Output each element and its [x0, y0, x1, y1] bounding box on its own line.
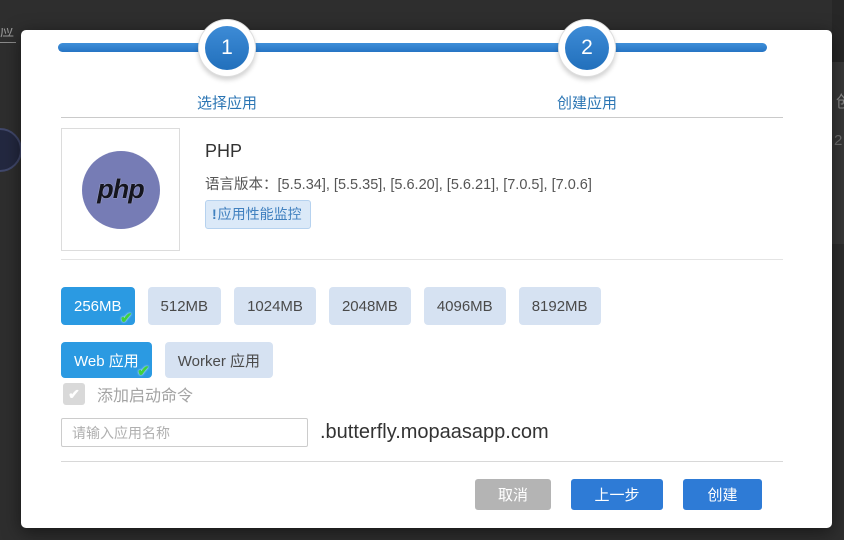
divider	[61, 259, 783, 260]
memory-option-4096mb[interactable]: 4096MB	[423, 287, 506, 325]
memory-option-2048mb[interactable]: 2048MB	[328, 287, 411, 325]
app-type-label: Web 应用	[74, 352, 139, 370]
app-versions: 语言版本：[5.5.34], [5.5.35], [5.6.20], [5.6.…	[205, 177, 592, 193]
startup-command-row: ✔ 添加启动命令	[63, 382, 193, 406]
app-name-input[interactable]	[61, 418, 308, 447]
cancel-button[interactable]: 取消	[475, 479, 551, 510]
step-2-circle[interactable]: 2	[558, 19, 616, 77]
app-type-option-web[interactable]: Web 应用 ✔	[61, 342, 152, 380]
memory-option-1024mb[interactable]: 1024MB	[234, 287, 316, 325]
app-type-label: Worker 应用	[177, 352, 260, 370]
memory-option-label: 512MB	[160, 297, 209, 315]
check-icon: ✔	[119, 310, 133, 327]
memory-option-512mb[interactable]: 512MB	[147, 287, 222, 325]
memory-option-label: 2048MB	[341, 297, 398, 315]
previous-step-button[interactable]: 上一步	[571, 479, 663, 510]
badge-label: 应用性能监控	[217, 206, 302, 222]
memory-option-8192mb[interactable]: 8192MB	[518, 287, 601, 325]
create-app-modal: 1 2 选择应用 创建应用 php PHP 语言版本：[5.5.34], [5.…	[21, 19, 832, 528]
memory-option-label: 1024MB	[247, 297, 303, 315]
app-title: PHP	[205, 141, 243, 161]
check-icon: ✔	[137, 363, 150, 380]
memory-option-label: 256MB	[74, 297, 122, 315]
create-button[interactable]: 创建	[683, 479, 762, 510]
step-1-circle[interactable]: 1	[198, 19, 256, 77]
modal-footer: 取消 上一步 创建	[475, 479, 762, 510]
overlay-band-top	[832, 0, 844, 62]
background-link-fragment: 应	[0, 28, 16, 43]
startup-command-label: 添加启动命令	[97, 388, 194, 405]
domain-suffix: .butterfly.mopaasapp.com	[320, 421, 549, 443]
check-icon: ✔	[68, 385, 80, 402]
memory-option-256mb[interactable]: 256MB ✔	[61, 287, 135, 327]
php-logo-icon: php	[81, 150, 160, 229]
memory-options-row: 256MB ✔ 512MB 1024MB 2048MB 4096MB 8192M…	[61, 287, 601, 327]
divider	[61, 461, 783, 462]
exclamation-icon: !	[212, 206, 217, 222]
app-type-option-worker[interactable]: Worker 应用	[164, 342, 273, 378]
app-type-row: Web 应用 ✔ Worker 应用	[61, 342, 273, 380]
memory-option-label: 4096MB	[436, 297, 493, 315]
step-1-number: 1	[205, 26, 249, 70]
step-2-label: 创建应用	[556, 95, 617, 112]
startup-command-checkbox[interactable]: ✔	[63, 383, 85, 405]
background-logo-fragment	[0, 128, 22, 172]
performance-monitor-badge: ! 应用性能监控	[205, 200, 311, 229]
step-1-label: 选择应用	[196, 95, 257, 112]
background-char-fragment: 2	[834, 132, 843, 149]
background-char-fragment: 创	[836, 88, 844, 112]
memory-option-label: 8192MB	[531, 297, 588, 315]
php-logo-text: php	[97, 174, 144, 204]
selected-app-card: php	[61, 128, 180, 251]
divider	[61, 117, 783, 118]
app-name-row: .butterfly.mopaasapp.com	[61, 418, 549, 447]
step-2-number: 2	[565, 26, 609, 70]
stepper-progress-bar	[58, 43, 767, 52]
